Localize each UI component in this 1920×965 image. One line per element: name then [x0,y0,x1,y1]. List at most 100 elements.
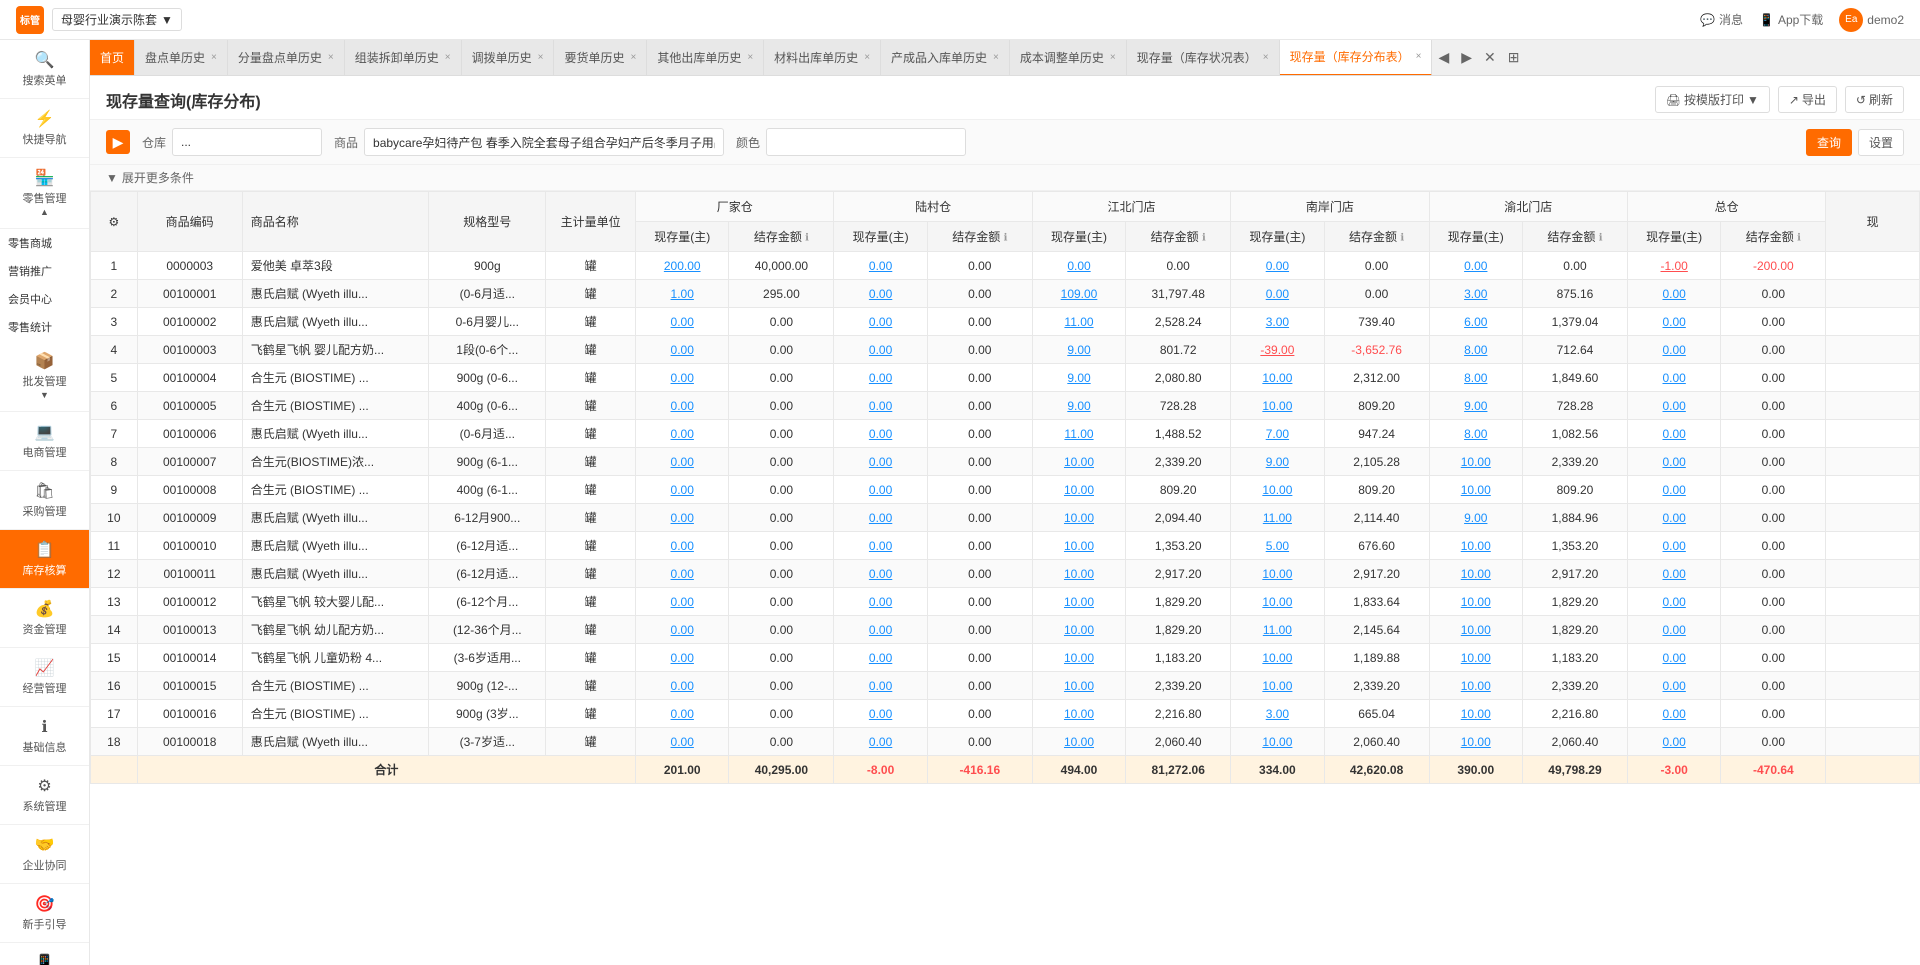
tab-product-in[interactable]: 产成品入库单历史 × [881,40,1010,76]
tab-sub-stocktake-close[interactable]: × [328,52,334,63]
product-input[interactable] [364,128,724,156]
cell-total-qty[interactable]: 0.00 [1627,560,1720,588]
cell-jiangbei-qty[interactable]: 10.00 [1032,560,1125,588]
cell-jiangbei-qty[interactable]: 10.00 [1032,476,1125,504]
cell-factory-qty[interactable]: 0.00 [636,336,729,364]
cell-factory-qty[interactable]: 0.00 [636,364,729,392]
tab-stock-status-close[interactable]: × [1263,52,1269,63]
cell-lucun-qty[interactable]: 0.00 [834,700,927,728]
cell-yubei-qty[interactable]: 10.00 [1429,588,1522,616]
cell-jiangbei-qty[interactable]: 10.00 [1032,588,1125,616]
print-btn[interactable]: 🖨 按模版打印 ▼ [1655,86,1770,113]
tab-transfer-close[interactable]: × [538,52,544,63]
sidebar-item-ecommerce[interactable]: 💻 电商管理 [0,412,89,471]
cell-yubei-qty[interactable]: 10.00 [1429,672,1522,700]
cell-yubei-qty[interactable]: 10.00 [1429,700,1522,728]
cell-yubei-qty[interactable]: 8.00 [1429,420,1522,448]
cell-total-qty[interactable]: 0.00 [1627,420,1720,448]
cell-nanan-qty[interactable]: 10.00 [1231,588,1324,616]
cell-yubei-qty[interactable]: 10.00 [1429,616,1522,644]
info-icon-2[interactable]: ℹ [1004,232,1008,243]
cell-lucun-qty[interactable]: 0.00 [834,588,927,616]
cell-factory-qty[interactable]: 0.00 [636,448,729,476]
tab-nav-close-all[interactable]: ✕ [1478,49,1502,66]
sidebar-item-app-center[interactable]: 📱 应用中心 [0,943,89,965]
cell-nanan-qty[interactable]: 11.00 [1231,504,1324,532]
tab-purchase-order[interactable]: 要货单历史 × [554,40,647,76]
tab-nav-next[interactable]: ▶ [1455,49,1478,66]
cell-total-qty[interactable]: 0.00 [1627,588,1720,616]
sidebar-item-system[interactable]: ⚙ 系统管理 [0,766,89,825]
cell-lucun-qty[interactable]: 0.00 [834,392,927,420]
sidebar-item-wholesale[interactable]: 📦 批发管理 ▼ [0,341,89,412]
tab-product-in-close[interactable]: × [993,52,999,63]
user-avatar[interactable]: Ea demo2 [1839,8,1904,32]
cell-lucun-qty[interactable]: 0.00 [834,728,927,756]
cell-total-qty[interactable]: 0.00 [1627,644,1720,672]
cell-yubei-qty[interactable]: 3.00 [1429,280,1522,308]
message-btn[interactable]: 💬 消息 [1700,11,1743,28]
cell-jiangbei-qty[interactable]: 9.00 [1032,392,1125,420]
cell-nanan-qty[interactable]: 10.00 [1231,672,1324,700]
cell-total-qty[interactable]: -1.00 [1627,252,1720,280]
sidebar-item-operations[interactable]: 📈 经营管理 [0,648,89,707]
info-icon-6[interactable]: ℹ [1797,232,1801,243]
cell-factory-qty[interactable]: 0.00 [636,728,729,756]
cell-factory-qty[interactable]: 0.00 [636,392,729,420]
cell-factory-qty[interactable]: 0.00 [636,560,729,588]
tab-nav-fullscreen[interactable]: ⊞ [1502,49,1526,66]
cell-lucun-qty[interactable]: 0.00 [834,336,927,364]
cell-nanan-qty[interactable]: 11.00 [1231,616,1324,644]
cell-yubei-qty[interactable]: 9.00 [1429,504,1522,532]
cell-total-qty[interactable]: 0.00 [1627,476,1720,504]
cell-factory-qty[interactable]: 0.00 [636,476,729,504]
cell-nanan-qty[interactable]: 10.00 [1231,728,1324,756]
tab-home[interactable]: 首页 [90,40,135,76]
sidebar-sub-retail-mall[interactable]: 零售商城 [0,229,89,257]
sidebar-item-inventory[interactable]: 📋 库存核算 [0,530,89,589]
sidebar-item-finance[interactable]: 💰 资金管理 [0,589,89,648]
tab-material-out-close[interactable]: × [864,52,870,63]
tab-sub-stocktake[interactable]: 分量盘点单历史 × [228,40,345,76]
tab-transfer[interactable]: 调拨单历史 × [462,40,555,76]
cell-nanan-qty[interactable]: 3.00 [1231,700,1324,728]
tab-cost-adjust-close[interactable]: × [1110,52,1116,63]
cell-yubei-qty[interactable]: 10.00 [1429,448,1522,476]
cell-factory-qty[interactable]: 0.00 [636,420,729,448]
cell-jiangbei-qty[interactable]: 9.00 [1032,364,1125,392]
cell-nanan-qty[interactable]: 10.00 [1231,644,1324,672]
sidebar-sub-marketing[interactable]: 营销推广 [0,257,89,285]
cell-lucun-qty[interactable]: 0.00 [834,420,927,448]
sidebar-item-base-info[interactable]: ℹ 基础信息 [0,707,89,766]
sidebar-item-enterprise[interactable]: 🤝 企业协同 [0,825,89,884]
cell-total-qty[interactable]: 0.00 [1627,448,1720,476]
cell-total-qty[interactable]: 0.00 [1627,616,1720,644]
cell-factory-qty[interactable]: 0.00 [636,616,729,644]
th-settings[interactable]: ⚙ [91,192,138,252]
cell-yubei-qty[interactable]: 9.00 [1429,392,1522,420]
export-btn[interactable]: ↗ 导出 [1778,86,1837,113]
tab-stocktake-close[interactable]: × [211,52,217,63]
cell-total-qty[interactable]: 0.00 [1627,364,1720,392]
tab-material-out[interactable]: 材料出库单历史 × [764,40,881,76]
tab-purchase-order-close[interactable]: × [630,52,636,63]
cell-lucun-qty[interactable]: 0.00 [834,616,927,644]
tab-stock-status[interactable]: 现存量（库存状况表） × [1127,40,1280,76]
cell-lucun-qty[interactable]: 0.00 [834,504,927,532]
cell-nanan-qty[interactable]: 10.00 [1231,364,1324,392]
sidebar-item-search[interactable]: 🔍 搜索英单 [0,40,89,99]
cell-yubei-qty[interactable]: 10.00 [1429,728,1522,756]
tab-combo-split-close[interactable]: × [445,52,451,63]
cell-total-qty[interactable]: 0.00 [1627,728,1720,756]
cell-jiangbei-qty[interactable]: 10.00 [1032,644,1125,672]
cell-lucun-qty[interactable]: 0.00 [834,644,927,672]
cell-yubei-qty[interactable]: 8.00 [1429,364,1522,392]
warehouse-input[interactable] [172,128,322,156]
settings-btn[interactable]: 设置 [1858,129,1904,156]
cell-jiangbei-qty[interactable]: 10.00 [1032,504,1125,532]
expand-more-btn[interactable]: ▼ 展开更多条件 [106,169,1904,186]
cell-total-qty[interactable]: 0.00 [1627,308,1720,336]
cell-factory-qty[interactable]: 0.00 [636,504,729,532]
cell-factory-qty[interactable]: 0.00 [636,644,729,672]
cell-factory-qty[interactable]: 0.00 [636,308,729,336]
